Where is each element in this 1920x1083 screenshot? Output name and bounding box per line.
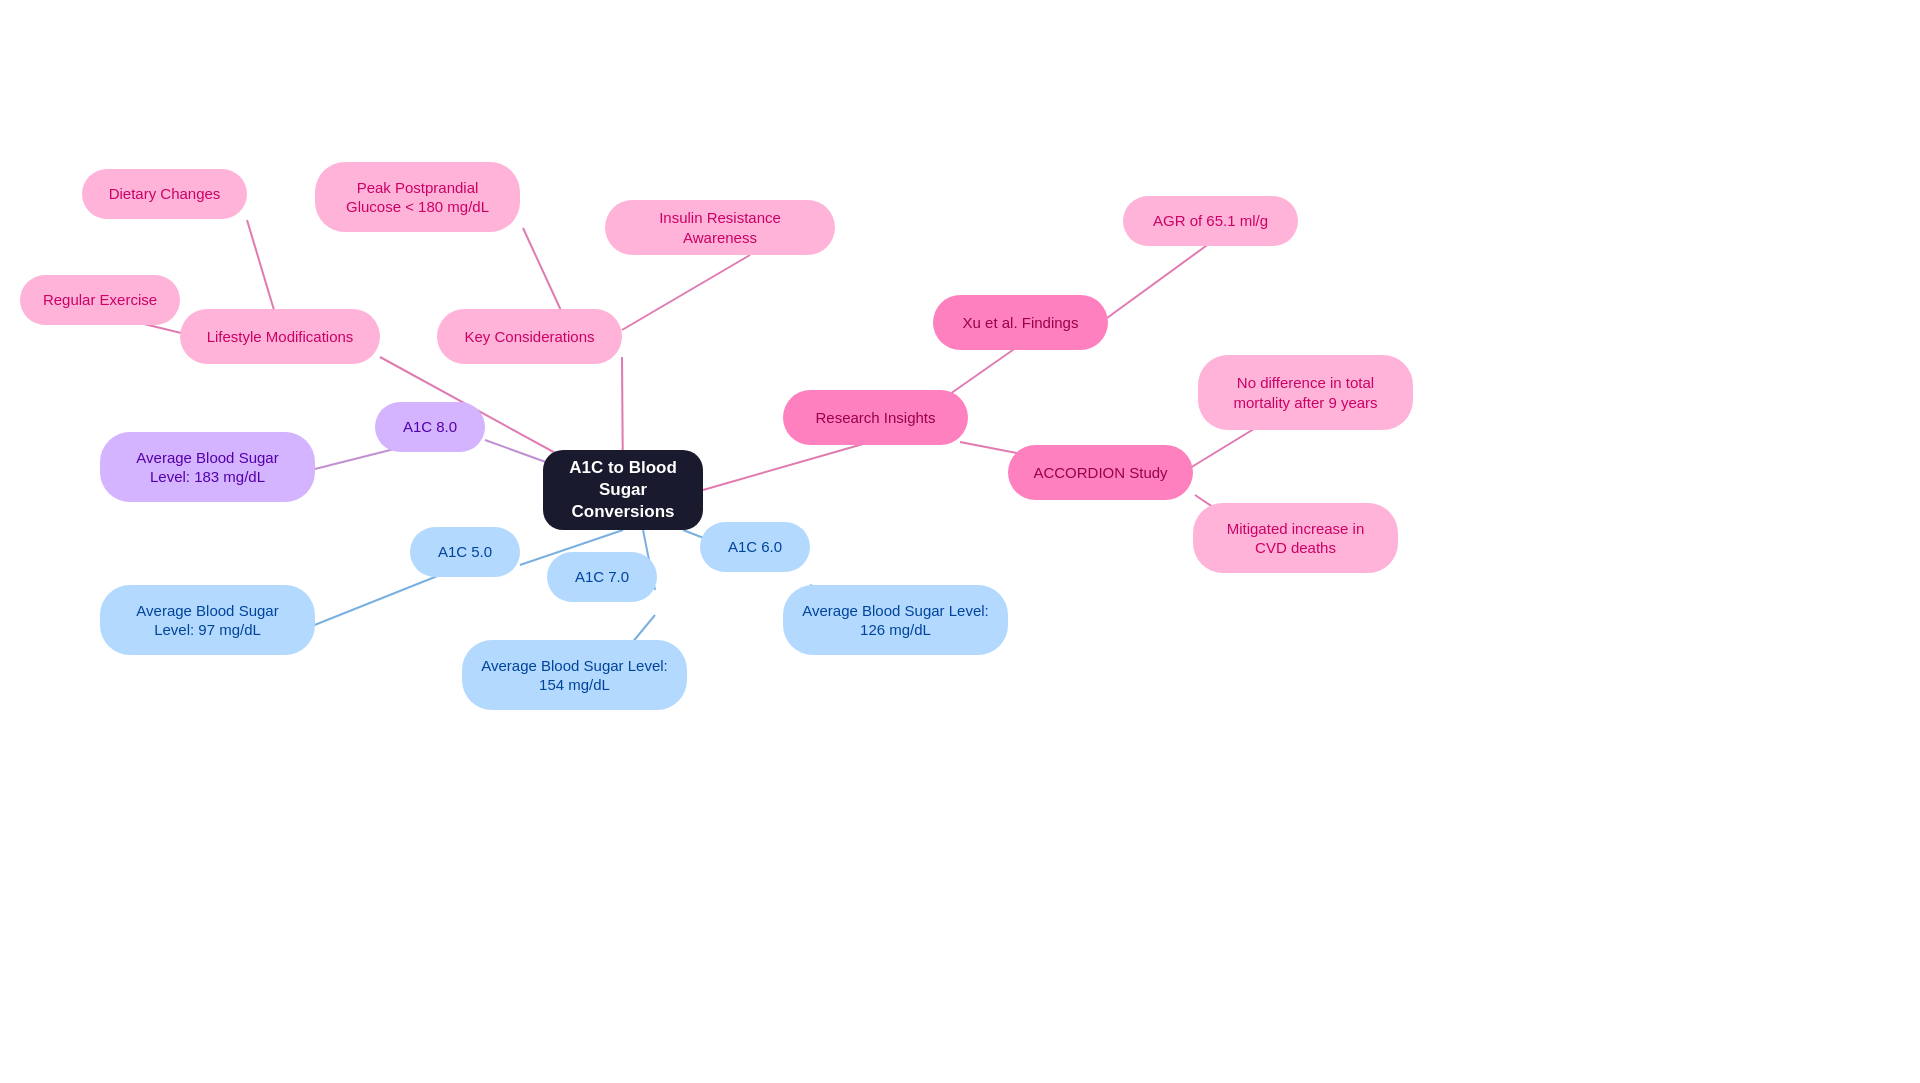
svg-line-2 [703,442,870,490]
dietary-changes-node[interactable]: Dietary Changes [82,169,247,219]
a1c-50-node[interactable]: A1C 5.0 [410,527,520,577]
svg-line-10 [622,255,750,330]
a1c-70-node[interactable]: A1C 7.0 [547,552,657,602]
a1c-60-node[interactable]: A1C 6.0 [700,522,810,572]
center-node[interactable]: A1C to Blood Sugar Conversions [543,450,703,530]
research-insights-node[interactable]: Research Insights [783,390,968,445]
lifestyle-modifications-node[interactable]: Lifestyle Modifications [180,309,380,364]
no-difference-node[interactable]: No difference in total mortality after 9… [1198,355,1413,430]
connections-svg [0,0,1920,1083]
svg-line-13 [1107,243,1210,318]
key-considerations-node[interactable]: Key Considerations [437,309,622,364]
avg-183-node[interactable]: Average Blood Sugar Level: 183 mg/dL [100,432,315,502]
insulin-resistance-node[interactable]: Insulin Resistance Awareness [605,200,835,255]
avg-154-node[interactable]: Average Blood Sugar Level: 154 mg/dL [462,640,687,710]
regular-exercise-node[interactable]: Regular Exercise [20,275,180,325]
mind-map: A1C to Blood Sugar Conversions Lifestyle… [0,0,1920,1083]
a1c-80-node[interactable]: A1C 8.0 [375,402,485,452]
peak-postprandial-node[interactable]: Peak Postprandial Glucose < 180 mg/dL [315,162,520,232]
avg-97-node[interactable]: Average Blood Sugar Level: 97 mg/dL [100,585,315,655]
avg-126-node[interactable]: Average Blood Sugar Level: 126 mg/dL [783,585,1008,655]
accordion-study-node[interactable]: ACCORDION Study [1008,445,1193,500]
agr-node[interactable]: AGR of 65.1 ml/g [1123,196,1298,246]
mitigated-cvd-node[interactable]: Mitigated increase in CVD deaths [1193,503,1398,573]
xu-findings-node[interactable]: Xu et al. Findings [933,295,1108,350]
